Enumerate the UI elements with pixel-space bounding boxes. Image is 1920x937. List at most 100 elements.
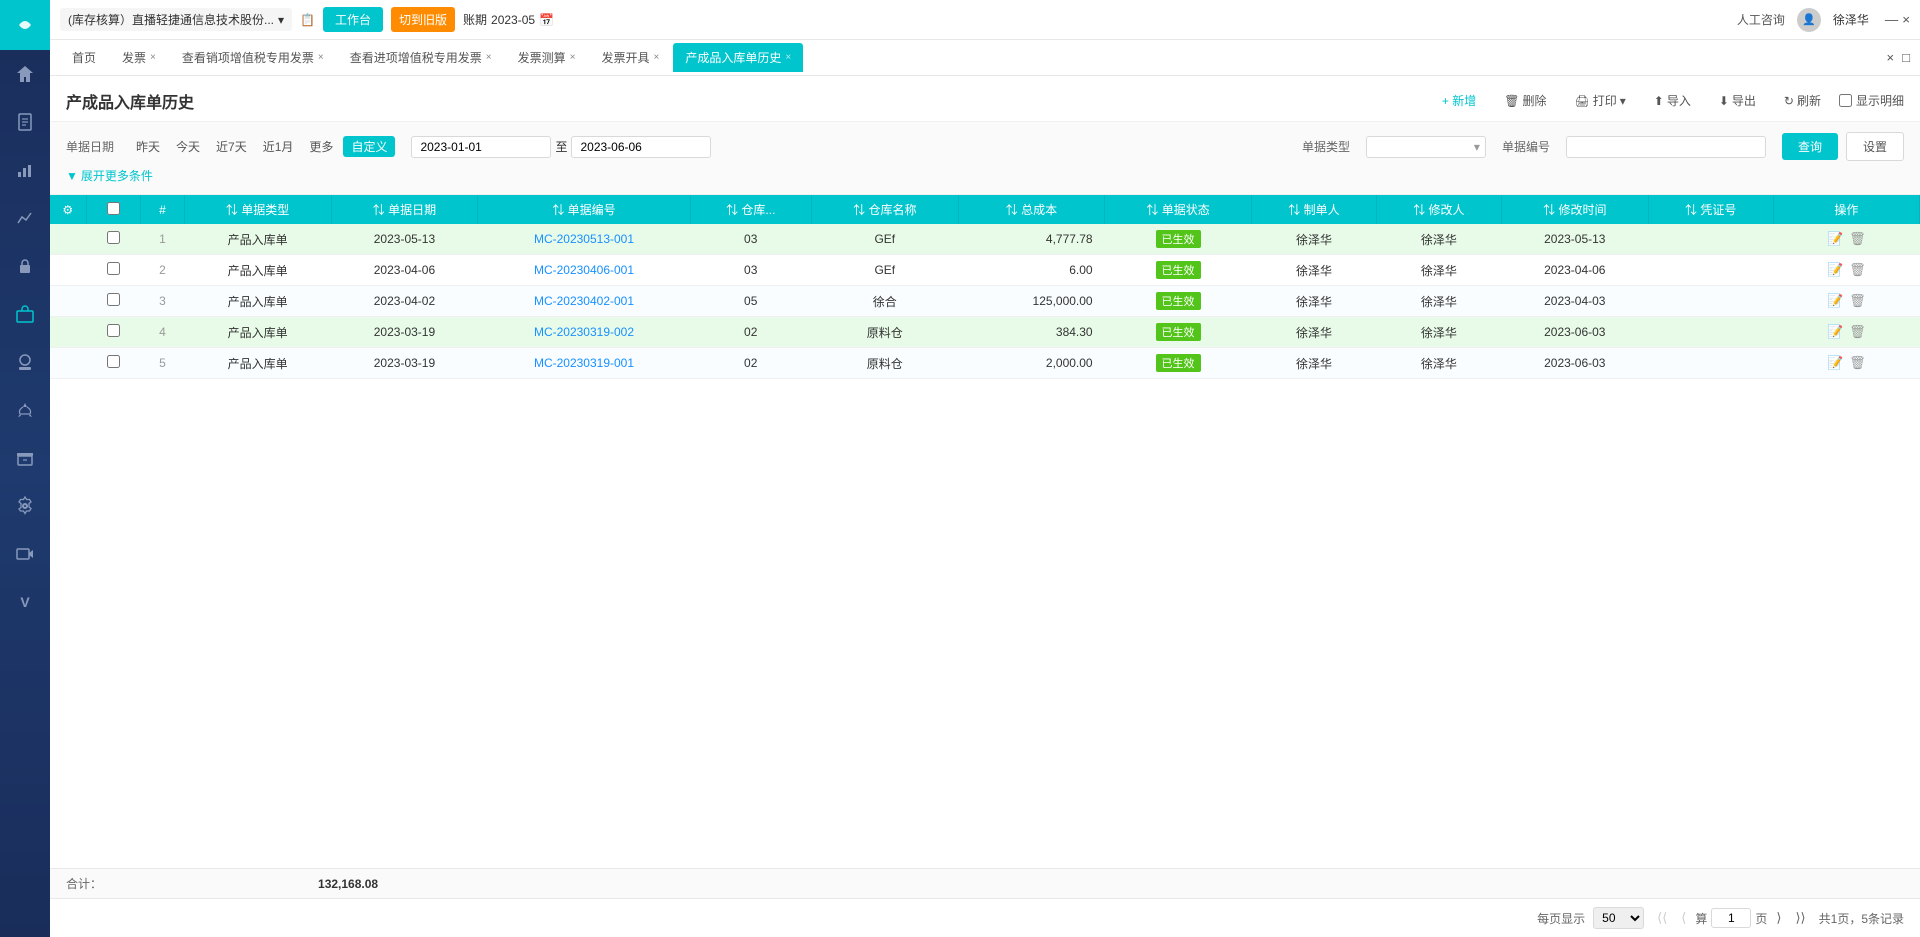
select-all-checkbox[interactable] xyxy=(107,202,120,215)
sidebar-item-chart[interactable] xyxy=(0,146,50,194)
row-delete-icon[interactable]: 🗑 xyxy=(1849,231,1866,247)
row-doc-no-link[interactable]: MC-20230402-001 xyxy=(534,294,634,308)
delete-button[interactable]: 🗑 删除 xyxy=(1494,88,1556,113)
import-button[interactable]: ⬆ 导入 xyxy=(1644,88,1701,113)
row-checkbox[interactable] xyxy=(107,262,120,275)
row-delete-icon[interactable]: 🗑 xyxy=(1849,262,1866,278)
row-checkbox[interactable] xyxy=(107,293,120,306)
export-button[interactable]: ⬇ 导出 xyxy=(1709,88,1766,113)
tab-purchase-vat[interactable]: 查看进项增值税专用发票 × xyxy=(338,43,504,72)
row-delete-icon[interactable]: 🗑 xyxy=(1849,355,1866,371)
row-checkbox[interactable] xyxy=(107,355,120,368)
tab-invoice-open-close[interactable]: × xyxy=(653,52,659,63)
date-custom-btn[interactable]: 自定义 xyxy=(343,136,395,157)
sidebar-item-video[interactable] xyxy=(0,530,50,578)
col-modifier[interactable]: ⇅ 修改人 xyxy=(1376,195,1501,224)
date-today-btn[interactable]: 今天 xyxy=(170,136,206,157)
row-checkbox[interactable] xyxy=(107,231,120,244)
doc-icon[interactable]: 📋 xyxy=(300,13,315,27)
sidebar-item-analytics[interactable] xyxy=(0,194,50,242)
row-edit-icon[interactable]: 📝 xyxy=(1827,355,1843,371)
tab-sales-vat[interactable]: 查看销项增值税专用发票 × xyxy=(170,43,336,72)
tab-close-all[interactable]: × xyxy=(1887,50,1895,65)
date-1month-btn[interactable]: 近1月 xyxy=(257,136,300,157)
page-next-btn[interactable]: ⟩ xyxy=(1771,908,1786,928)
tab-home[interactable]: 首页 xyxy=(60,43,108,72)
tab-expand[interactable]: □ xyxy=(1902,50,1910,65)
tab-product-history-close[interactable]: × xyxy=(785,52,791,63)
page-last-btn[interactable]: ⟩⟩ xyxy=(1790,908,1810,928)
date-end-input[interactable] xyxy=(571,136,711,158)
refresh-button[interactable]: ↻ 刷新 xyxy=(1774,88,1831,113)
col-doc-status[interactable]: ⇅ 单据状态 xyxy=(1105,195,1252,224)
row-doc-no-link[interactable]: MC-20230513-001 xyxy=(534,232,634,246)
reset-button[interactable]: 设置 xyxy=(1846,132,1904,161)
user-name[interactable]: 徐泽华 xyxy=(1833,11,1869,28)
page-prev-btn[interactable]: ⟨ xyxy=(1676,908,1691,928)
date-7days-btn[interactable]: 近7天 xyxy=(210,136,253,157)
user-avatar[interactable]: 👤 xyxy=(1797,8,1821,32)
row-checkbox[interactable] xyxy=(107,324,120,337)
row-delete-icon[interactable]: 🗑 xyxy=(1849,324,1866,340)
total-value: 132,168.08 xyxy=(318,877,378,891)
tab-invoice-close[interactable]: × xyxy=(150,52,156,63)
sidebar-item-stamp[interactable] xyxy=(0,338,50,386)
display-detail-checkbox[interactable] xyxy=(1839,94,1852,107)
sidebar-item-doc[interactable] xyxy=(0,98,50,146)
col-voucher-no[interactable]: ⇅ 凭证号 xyxy=(1648,195,1773,224)
tab-sales-vat-close[interactable]: × xyxy=(318,52,324,63)
page-number-input[interactable] xyxy=(1711,908,1751,928)
support-link[interactable]: 人工咨询 xyxy=(1737,11,1785,28)
sidebar-item-recycle[interactable] xyxy=(0,386,50,434)
page-size-select[interactable]: 50 20 100 xyxy=(1593,907,1644,929)
company-selector[interactable]: (库存核算）直播轻捷通信息技术股份... ▾ xyxy=(60,8,292,31)
doc-no-input[interactable] xyxy=(1566,136,1766,158)
date-start-input[interactable] xyxy=(411,136,551,158)
row-doc-no-link[interactable]: MC-20230319-002 xyxy=(534,325,634,339)
sidebar-item-archive[interactable] xyxy=(0,434,50,482)
new-button[interactable]: + 新增 xyxy=(1432,88,1486,113)
tab-invoice-calc[interactable]: 发票测算 × xyxy=(506,43,588,72)
row-edit-icon[interactable]: 📝 xyxy=(1827,324,1843,340)
tab-invoice-open-label: 发票开具 xyxy=(601,49,649,66)
app-logo[interactable] xyxy=(0,0,50,50)
col-warehouse-code[interactable]: ⇅ 仓库... xyxy=(690,195,811,224)
col-modify-time[interactable]: ⇅ 修改时间 xyxy=(1501,195,1648,224)
print-button[interactable]: 🖨 打印 ▾ xyxy=(1564,88,1635,113)
tab-invoice-open[interactable]: 发票开具 × xyxy=(589,43,671,72)
row-delete-icon[interactable]: 🗑 xyxy=(1849,293,1866,309)
tab-invoice-calc-close[interactable]: × xyxy=(570,52,576,63)
col-warehouse-name[interactable]: ⇅ 仓库名称 xyxy=(811,195,958,224)
col-total-cost[interactable]: ⇅ 总成本 xyxy=(958,195,1104,224)
workbench-button[interactable]: 工作台 xyxy=(323,7,383,32)
col-settings[interactable]: ⚙ xyxy=(50,195,86,224)
row-edit-icon[interactable]: 📝 xyxy=(1827,231,1843,247)
expand-more-btn[interactable]: ▼ 展开更多条件 xyxy=(66,167,153,184)
col-doc-no[interactable]: ⇅ 单据编号 xyxy=(478,195,690,224)
col-creator[interactable]: ⇅ 制单人 xyxy=(1251,195,1376,224)
sidebar-item-version[interactable]: V xyxy=(0,578,50,626)
switch-old-version-button[interactable]: 切到旧版 xyxy=(391,7,455,32)
window-minimize[interactable]: — xyxy=(1885,12,1898,27)
tab-invoice[interactable]: 发票 × xyxy=(110,43,168,72)
row-edit-icon[interactable]: 📝 xyxy=(1827,262,1843,278)
table-settings-icon[interactable]: ⚙ xyxy=(62,203,73,217)
window-close[interactable]: × xyxy=(1902,12,1910,27)
row-edit-icon[interactable]: 📝 xyxy=(1827,293,1843,309)
sidebar-item-inventory[interactable] xyxy=(0,290,50,338)
page-first-btn[interactable]: ⟨⟨ xyxy=(1652,908,1672,928)
tab-purchase-vat-close[interactable]: × xyxy=(486,52,492,63)
date-yesterday-btn[interactable]: 昨天 xyxy=(130,136,166,157)
col-doc-date[interactable]: ⇅ 单据日期 xyxy=(331,195,478,224)
date-more-btn[interactable]: 更多 xyxy=(303,136,339,157)
doc-type-select[interactable] xyxy=(1366,136,1486,158)
sidebar-item-home[interactable] xyxy=(0,50,50,98)
row-doc-no-link[interactable]: MC-20230406-001 xyxy=(534,263,634,277)
col-doc-type[interactable]: ⇅ 单据类型 xyxy=(184,195,331,224)
query-button[interactable]: 查询 xyxy=(1782,133,1838,160)
sidebar-item-settings[interactable] xyxy=(0,482,50,530)
row-doc-no-link[interactable]: MC-20230319-001 xyxy=(534,356,634,370)
sidebar-item-lock[interactable] xyxy=(0,242,50,290)
tab-product-history[interactable]: 产成品入库单历史 × xyxy=(673,43,803,72)
period-calendar-icon[interactable]: 📅 xyxy=(539,13,554,27)
